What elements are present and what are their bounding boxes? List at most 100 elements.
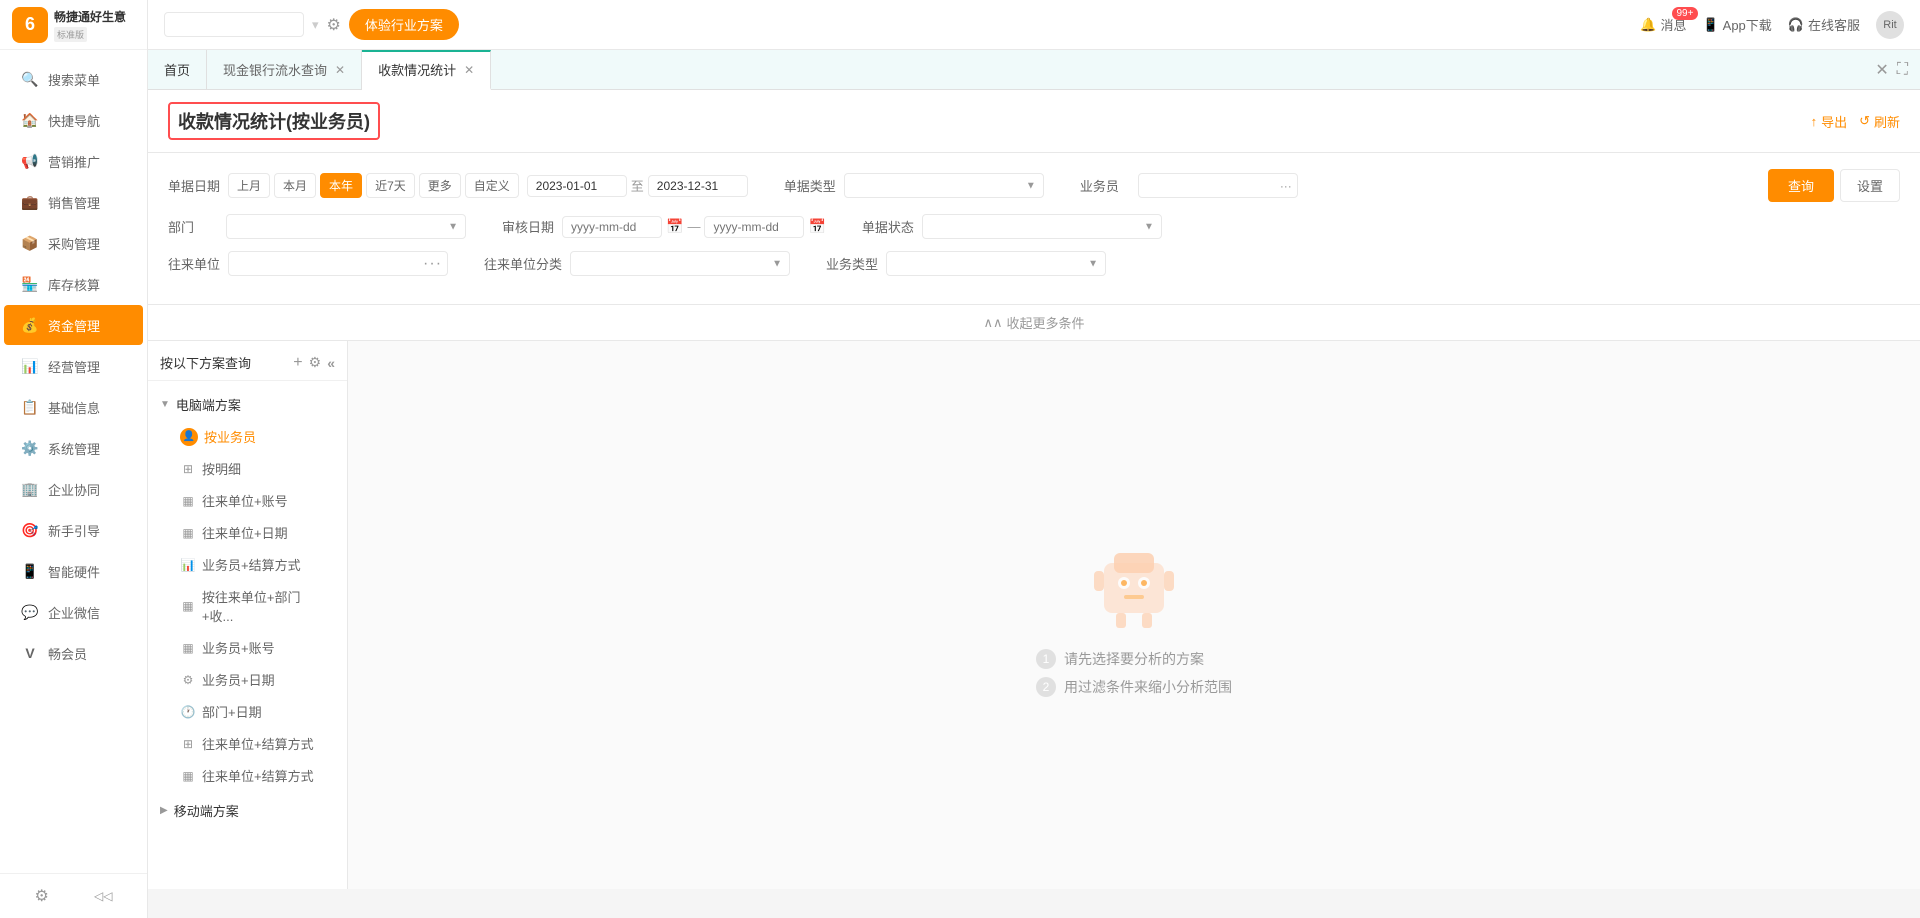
sidebar: 6 畅捷通好生意 标准版 🔍 搜索菜单 🏠 快捷导航 📢 营销推广 💼 销售管理… bbox=[0, 0, 148, 918]
scheme-item-salesperson-date[interactable]: ⚙ 业务员+日期 bbox=[152, 664, 343, 695]
collapse-bar[interactable]: ∧∧ 收起更多条件 bbox=[148, 305, 1920, 341]
user-avatar[interactable]: Rit bbox=[1876, 11, 1904, 39]
salesperson-settlement-icon: 📊 bbox=[180, 557, 196, 573]
scheme-item-salesperson-account[interactable]: ▦ 业务员+账号 bbox=[152, 632, 343, 663]
filter-dept-item: 部门 bbox=[168, 214, 466, 239]
sidebar-item-search[interactable]: 🔍 搜索菜单 bbox=[4, 59, 143, 99]
calendar-from-icon[interactable]: 📅 bbox=[666, 218, 683, 235]
sidebar-item-wechat[interactable]: 💬 企业微信 bbox=[4, 592, 143, 632]
header-search-input[interactable] bbox=[164, 12, 304, 37]
sidebar-item-finance[interactable]: 💰 资金管理 bbox=[4, 305, 143, 345]
export-btn[interactable]: ↑ 导出 bbox=[1811, 112, 1848, 131]
tab-collection-close[interactable]: ✕ bbox=[464, 63, 474, 77]
tab-bank-flow[interactable]: 现金银行流水查询 ✕ bbox=[207, 50, 362, 90]
scheme-item-partner-date[interactable]: ▦ 往来单位+日期 bbox=[152, 517, 343, 548]
scheme-item-partner-dept[interactable]: ▦ 按往来单位+部门+收... bbox=[152, 581, 343, 631]
tab-home[interactable]: 首页 bbox=[148, 50, 207, 90]
collapse-label: 收起更多条件 bbox=[1007, 313, 1085, 332]
date-btn-this-month[interactable]: 本月 bbox=[274, 173, 316, 198]
tab-expand-icon[interactable]: ⛶ bbox=[1897, 61, 1908, 79]
scheme-item-salesperson-settlement[interactable]: 📊 业务员+结算方式 bbox=[152, 549, 343, 580]
sidebar-item-quick-nav[interactable]: 🏠 快捷导航 bbox=[4, 100, 143, 140]
date-btn-this-year[interactable]: 本年 bbox=[320, 173, 362, 198]
online-service-btn[interactable]: 🎧 在线客服 bbox=[1788, 15, 1860, 34]
review-date-to[interactable] bbox=[704, 216, 804, 238]
partner-more-icon[interactable]: ··· bbox=[423, 255, 442, 273]
sidebar-item-marketing[interactable]: 📢 营销推广 bbox=[4, 141, 143, 181]
refresh-btn[interactable]: ↺ 刷新 bbox=[1859, 112, 1900, 131]
scheme-group-pc-header[interactable]: ▼ 电脑端方案 bbox=[148, 389, 347, 420]
tab-close-all-icon[interactable]: ✕ bbox=[1875, 60, 1888, 80]
scheme-item-salesperson[interactable]: 👤 按业务员 bbox=[152, 421, 343, 452]
sidebar-item-operations[interactable]: 📊 经营管理 bbox=[4, 346, 143, 386]
sidebar-nav: 🔍 搜索菜单 🏠 快捷导航 📢 营销推广 💼 销售管理 📦 采购管理 🏪 库存核… bbox=[0, 50, 147, 873]
doc-type-select[interactable] bbox=[844, 173, 1044, 198]
sidebar-item-member[interactable]: V 畅会员 bbox=[4, 633, 143, 673]
header-right: 🔔 消息 99+ 📱 App下载 🎧 在线客服 Rit bbox=[1640, 11, 1904, 39]
trial-btn[interactable]: 体验行业方案 bbox=[349, 9, 459, 40]
scheme-item-partner-settlement2[interactable]: ▦ 往来单位+结算方式 bbox=[152, 760, 343, 791]
partner-input[interactable] bbox=[228, 251, 448, 276]
header-dropdown-arrow[interactable]: ▾ bbox=[312, 17, 319, 33]
filter-date-group: 上月 本月 本年 近7天 更多 自定义 bbox=[228, 173, 519, 198]
sidebar-item-hardware[interactable]: 📱 智能硬件 bbox=[4, 551, 143, 591]
partner-class-select[interactable] bbox=[570, 251, 790, 276]
date-btn-more[interactable]: 更多 bbox=[419, 173, 461, 198]
app-edition: 标准版 bbox=[54, 27, 87, 42]
filter-partner-item: 往来单位 ··· bbox=[168, 251, 448, 276]
biz-type-select[interactable] bbox=[886, 251, 1106, 276]
scheme-item-dept-date[interactable]: 🕐 部门+日期 bbox=[152, 696, 343, 727]
sidebar-item-guide[interactable]: 🎯 新手引导 bbox=[4, 510, 143, 550]
scheme-item-detail[interactable]: ⊞ 按明细 bbox=[152, 453, 343, 484]
sidebar-item-search-label: 搜索菜单 bbox=[48, 70, 100, 89]
calendar-to-icon[interactable]: 📅 bbox=[808, 218, 825, 235]
empty-illustration bbox=[1074, 533, 1194, 633]
date-from-input[interactable] bbox=[527, 175, 627, 197]
dept-select-wrapper bbox=[226, 214, 466, 239]
biz-type-select-wrapper bbox=[886, 251, 1106, 276]
sidebar-item-system[interactable]: ⚙️ 系统管理 bbox=[4, 428, 143, 468]
panel-settings-icon[interactable]: ⚙ bbox=[309, 354, 322, 371]
panel-header: 按以下方案查询 + ⚙ « bbox=[148, 353, 347, 381]
main-content: 收款情况统计(按业务员) ↑ 导出 ↺ 刷新 单据日期 上月 本月 本年 近7天 bbox=[148, 90, 1920, 918]
dept-select[interactable] bbox=[226, 214, 466, 239]
panel-collapse-icon[interactable]: « bbox=[327, 355, 335, 371]
sidebar-item-basic[interactable]: 📋 基础信息 bbox=[4, 387, 143, 427]
partner-date-icon: ▦ bbox=[180, 525, 196, 541]
tab-collection-stat[interactable]: 收款情况统计 ✕ bbox=[362, 50, 491, 90]
app-download-btn[interactable]: 📱 App下载 bbox=[1702, 15, 1771, 34]
salesperson-more-icon[interactable]: ··· bbox=[1280, 179, 1292, 193]
header-gear-icon[interactable]: ⚙ bbox=[327, 15, 341, 35]
sidebar-item-enterprise[interactable]: 🏢 企业协同 bbox=[4, 469, 143, 509]
scheme-item-partner-settlement1[interactable]: ⊞ 往来单位+结算方式 bbox=[152, 728, 343, 759]
sidebar-settings-btn[interactable]: ⚙ bbox=[31, 882, 53, 910]
sidebar-collapse-btn[interactable]: ◁◁ bbox=[90, 885, 116, 907]
tip-num-1: 1 bbox=[1036, 649, 1056, 669]
basic-icon: 📋 bbox=[20, 397, 40, 417]
filter-doc-status-item: 单据状态 bbox=[862, 214, 1162, 239]
review-date-from[interactable] bbox=[562, 216, 662, 238]
date-btn-7days[interactable]: 近7天 bbox=[366, 173, 415, 198]
date-to-input[interactable] bbox=[648, 175, 748, 197]
scheme-item-partner-account[interactable]: ▦ 往来单位+账号 bbox=[152, 485, 343, 516]
app-name-block: 畅捷通好生意 标准版 bbox=[54, 8, 126, 42]
filter-date-item: 单据日期 上月 本月 本年 近7天 更多 自定义 至 bbox=[168, 173, 748, 198]
review-date-range: 📅 — 📅 bbox=[562, 216, 826, 238]
partner-settlement2-icon: ▦ bbox=[180, 768, 196, 784]
tab-bank-flow-close[interactable]: ✕ bbox=[335, 63, 345, 77]
sidebar-item-sales[interactable]: 💼 销售管理 bbox=[4, 182, 143, 222]
panel-add-icon[interactable]: + bbox=[293, 354, 302, 372]
filter-doc-type-item: 单据类型 bbox=[784, 173, 1044, 198]
mobile-group-arrow: ▶ bbox=[160, 805, 168, 816]
salesperson-input[interactable] bbox=[1138, 173, 1298, 198]
scheme-group-mobile-header[interactable]: ▶ 移动端方案 bbox=[148, 795, 347, 826]
service-icon: 🎧 bbox=[1788, 17, 1804, 33]
query-btn[interactable]: 查询 bbox=[1768, 169, 1834, 202]
doc-status-select[interactable] bbox=[922, 214, 1162, 239]
notification-btn[interactable]: 🔔 消息 99+ bbox=[1640, 15, 1686, 34]
date-btn-custom[interactable]: 自定义 bbox=[465, 173, 519, 198]
sidebar-item-purchase[interactable]: 📦 采购管理 bbox=[4, 223, 143, 263]
sidebar-item-inventory[interactable]: 🏪 库存核算 bbox=[4, 264, 143, 304]
filter-settings-btn[interactable]: 设置 bbox=[1840, 169, 1900, 202]
date-btn-last-month[interactable]: 上月 bbox=[228, 173, 270, 198]
